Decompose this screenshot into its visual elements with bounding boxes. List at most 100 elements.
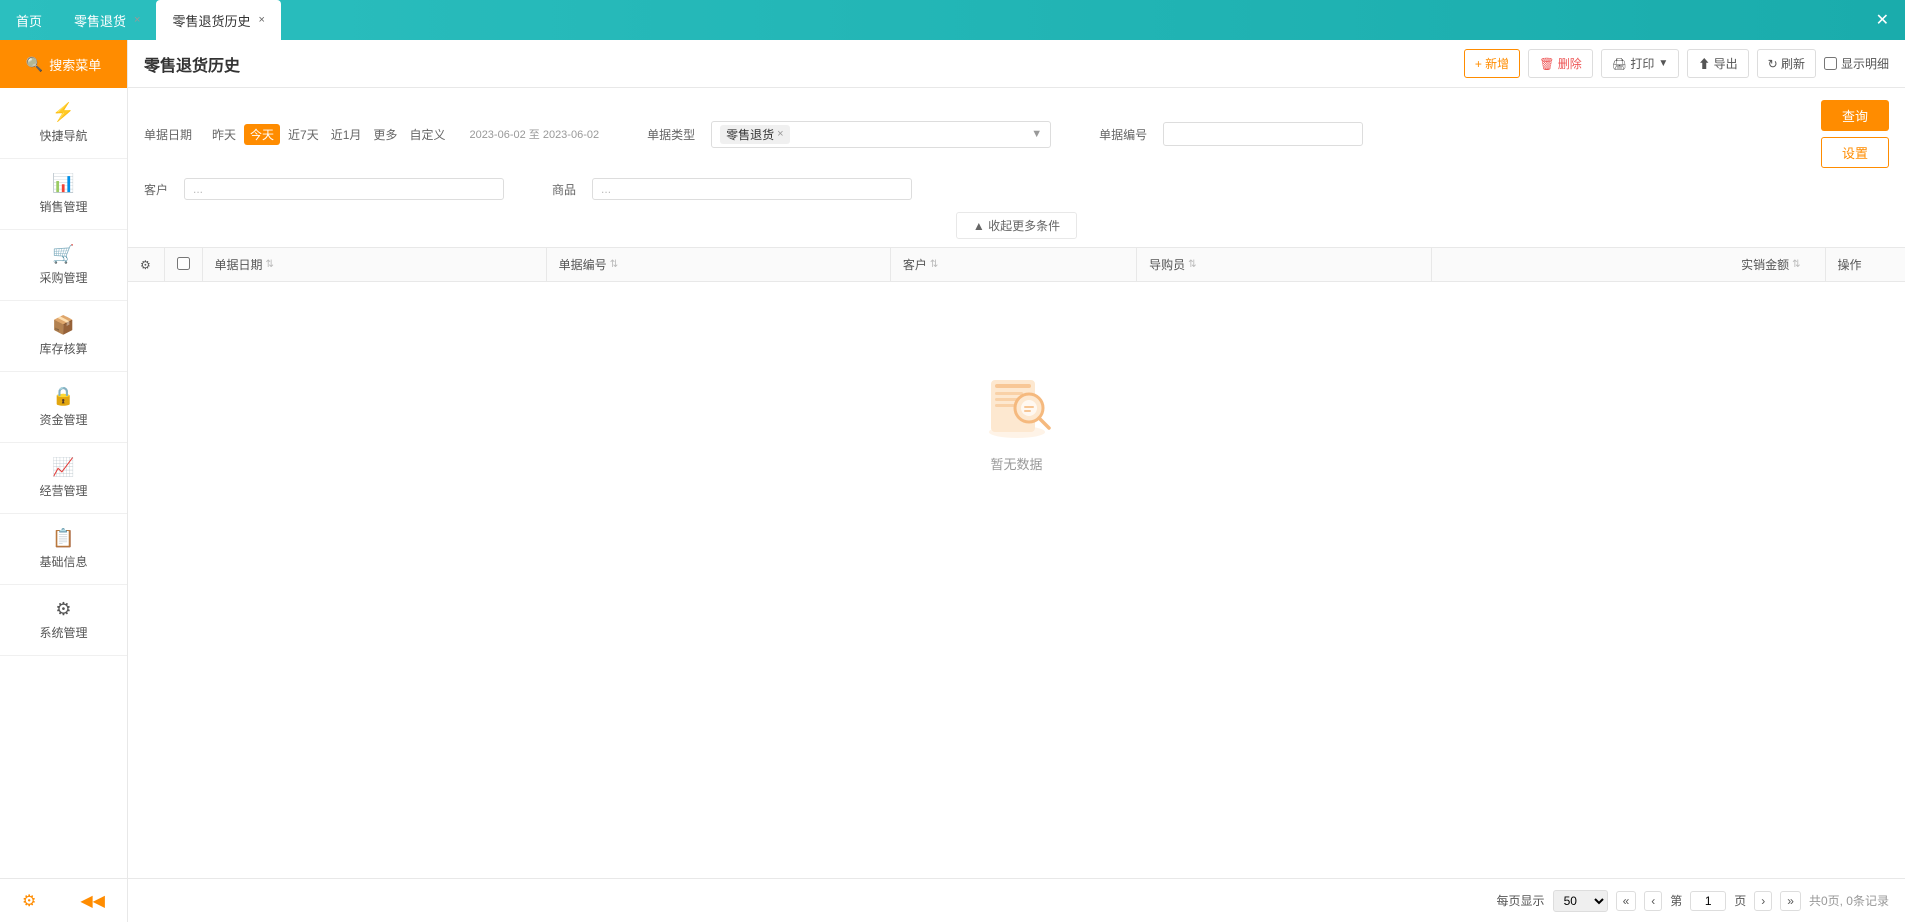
sidebar-item-basic-info-label: 基础信息	[39, 553, 87, 570]
first-page-button[interactable]: «	[1616, 891, 1637, 911]
bill-type-label: 单据类型	[647, 126, 695, 143]
empty-state-row: 暂无数据	[128, 282, 1905, 554]
th-gear[interactable]: ⚙	[128, 248, 164, 282]
page-number-input[interactable]	[1690, 891, 1726, 911]
last-page-button[interactable]: »	[1780, 891, 1801, 911]
prev-page-button[interactable]: ‹	[1644, 891, 1662, 911]
sidebar-search-label: 搜索菜单	[49, 55, 101, 74]
page-size-label: 每页显示	[1497, 892, 1545, 909]
sidebar-audio-icon[interactable]: ◀◀	[80, 891, 105, 911]
th-amount-label: 实销金额	[1741, 256, 1789, 273]
shortcut-yesterday[interactable]: 昨天	[208, 124, 240, 145]
refresh-button[interactable]: ↻ 刷新	[1757, 49, 1816, 78]
th-number-label: 单据编号	[559, 256, 607, 273]
sidebar-item-basic-info[interactable]: 📋 基础信息	[0, 514, 127, 585]
sort-number-icon: ⇅	[610, 259, 618, 270]
goods-placeholder: ...	[601, 182, 611, 196]
tab-retail-return-history-close[interactable]: ×	[258, 14, 264, 26]
sort-date-icon: ⇅	[266, 259, 274, 270]
quick-nav-icon: ⚡	[52, 102, 74, 123]
tab-retail-return-label: 零售退货	[74, 11, 126, 30]
page-title: 零售退货历史	[144, 52, 1464, 76]
th-guide-label: 导购员	[1149, 256, 1185, 273]
sidebar-item-system[interactable]: ⚙ 系统管理	[0, 585, 127, 656]
goods-label: 商品	[552, 181, 576, 198]
tab-retail-return-history[interactable]: 零售退货历史 ×	[156, 0, 280, 40]
sidebar-item-purchase[interactable]: 🛒 采购管理	[0, 230, 127, 301]
date-range-display: 2023-06-02 至 2023-06-02	[469, 126, 599, 142]
empty-state: 暂无数据	[128, 282, 1905, 553]
th-date[interactable]: 单据日期 ⇅	[202, 248, 546, 282]
th-guide[interactable]: 导购员 ⇅	[1137, 248, 1432, 282]
th-customer[interactable]: 客户 ⇅	[890, 248, 1136, 282]
action-btns-right: 查询 设置	[1821, 100, 1889, 168]
top-bar: 首页 零售退货 × 零售退货历史 × ✕	[0, 0, 1905, 40]
tab-home-label: 首页	[16, 11, 42, 30]
date-shortcuts: 昨天 今天 近7天 近1月 更多 自定义	[208, 124, 449, 145]
shortcut-1month[interactable]: 近1月	[327, 124, 366, 145]
sidebar-nav: ⚡ 快捷导航 📊 销售管理 🛒 采购管理 📦 库存核算 🔒 资金管理 📈	[0, 88, 127, 878]
show-detail-wrap: 显示明细	[1824, 55, 1889, 72]
query-button[interactable]: 查询	[1821, 100, 1889, 131]
customer-input[interactable]: ...	[184, 178, 504, 200]
total-records: 共0页, 0条记录	[1809, 892, 1889, 909]
th-number[interactable]: 单据编号 ⇅	[546, 248, 890, 282]
shortcut-more[interactable]: 更多	[369, 124, 401, 145]
collapse-label: ▲ 收起更多条件	[973, 217, 1060, 234]
sidebar-item-sales-label: 销售管理	[39, 198, 87, 215]
sidebar-search-button[interactable]: 🔍 搜索菜单	[0, 40, 127, 88]
show-detail-checkbox[interactable]	[1824, 57, 1837, 70]
delete-button[interactable]: 🗑 删除	[1528, 49, 1593, 78]
gear-icon: ⚙	[140, 258, 151, 272]
bill-number-input[interactable]	[1163, 122, 1363, 146]
sidebar-item-inventory-label: 库存核算	[39, 340, 87, 357]
collapse-filter-button[interactable]: ▲ 收起更多条件	[956, 212, 1077, 239]
th-amount[interactable]: 实销金额 ⇅	[1432, 248, 1825, 282]
tab-retail-return[interactable]: 零售退货 ×	[58, 0, 156, 40]
sales-icon: 📊	[52, 173, 74, 194]
sidebar-settings-icon[interactable]: ⚙	[22, 891, 36, 911]
filter-settings-button[interactable]: 设置	[1821, 137, 1889, 168]
shortcut-today[interactable]: 今天	[244, 124, 280, 145]
print-button-label: 🖨 打印	[1612, 55, 1655, 72]
new-button[interactable]: + 新增	[1464, 49, 1520, 78]
sidebar-item-sales[interactable]: 📊 销售管理	[0, 159, 127, 230]
show-detail-label: 显示明细	[1841, 55, 1889, 72]
customer-placeholder: ...	[193, 182, 203, 196]
tab-home[interactable]: 首页	[0, 0, 58, 40]
export-button[interactable]: ⬆ 导出	[1687, 49, 1748, 78]
sidebar-item-quick-nav[interactable]: ⚡ 快捷导航	[0, 88, 127, 159]
next-page-icon: ›	[1761, 894, 1765, 908]
sidebar-item-inventory[interactable]: 📦 库存核算	[0, 301, 127, 372]
window-close-button[interactable]: ✕	[1860, 10, 1905, 30]
prev-page-icon: ‹	[1651, 894, 1655, 908]
page-size-select[interactable]: 50 10 20 100	[1553, 890, 1608, 912]
inventory-icon: 📦	[52, 315, 74, 336]
sidebar-item-operations[interactable]: 📈 经营管理	[0, 443, 127, 514]
next-page-button[interactable]: ›	[1754, 891, 1772, 911]
search-icon: 🔍	[26, 56, 43, 73]
sort-guide-icon: ⇅	[1188, 259, 1196, 270]
system-icon: ⚙	[55, 599, 71, 620]
th-checkbox[interactable]	[164, 248, 202, 282]
finance-icon: 🔒	[52, 386, 74, 407]
shortcut-7days[interactable]: 近7天	[284, 124, 323, 145]
th-action-label: 操作	[1838, 258, 1862, 272]
print-button[interactable]: 🖨 打印 ▼	[1601, 49, 1679, 78]
purchase-icon: 🛒	[52, 244, 74, 265]
data-table: ⚙ 单据日期 ⇅ 单据编号	[128, 248, 1905, 553]
date-filter-label: 单据日期	[144, 126, 192, 143]
print-dropdown-icon[interactable]: ▼	[1658, 58, 1668, 69]
sort-amount-icon: ⇅	[1792, 259, 1800, 270]
select-all-checkbox[interactable]	[177, 257, 190, 270]
table-header-row: ⚙ 单据日期 ⇅ 单据编号	[128, 248, 1905, 282]
new-button-label: + 新增	[1475, 55, 1509, 72]
sidebar-item-finance[interactable]: 🔒 资金管理	[0, 372, 127, 443]
tab-retail-return-close[interactable]: ×	[134, 14, 140, 26]
last-page-icon: »	[1787, 894, 1794, 908]
shortcut-custom[interactable]: 自定义	[405, 124, 449, 145]
bill-type-select[interactable]: 零售退货 × ▼	[711, 121, 1051, 148]
bill-type-tag-close[interactable]: ×	[777, 128, 783, 140]
filter-row-2: 客户 ... 商品 ...	[144, 178, 1889, 200]
goods-input[interactable]: ...	[592, 178, 912, 200]
